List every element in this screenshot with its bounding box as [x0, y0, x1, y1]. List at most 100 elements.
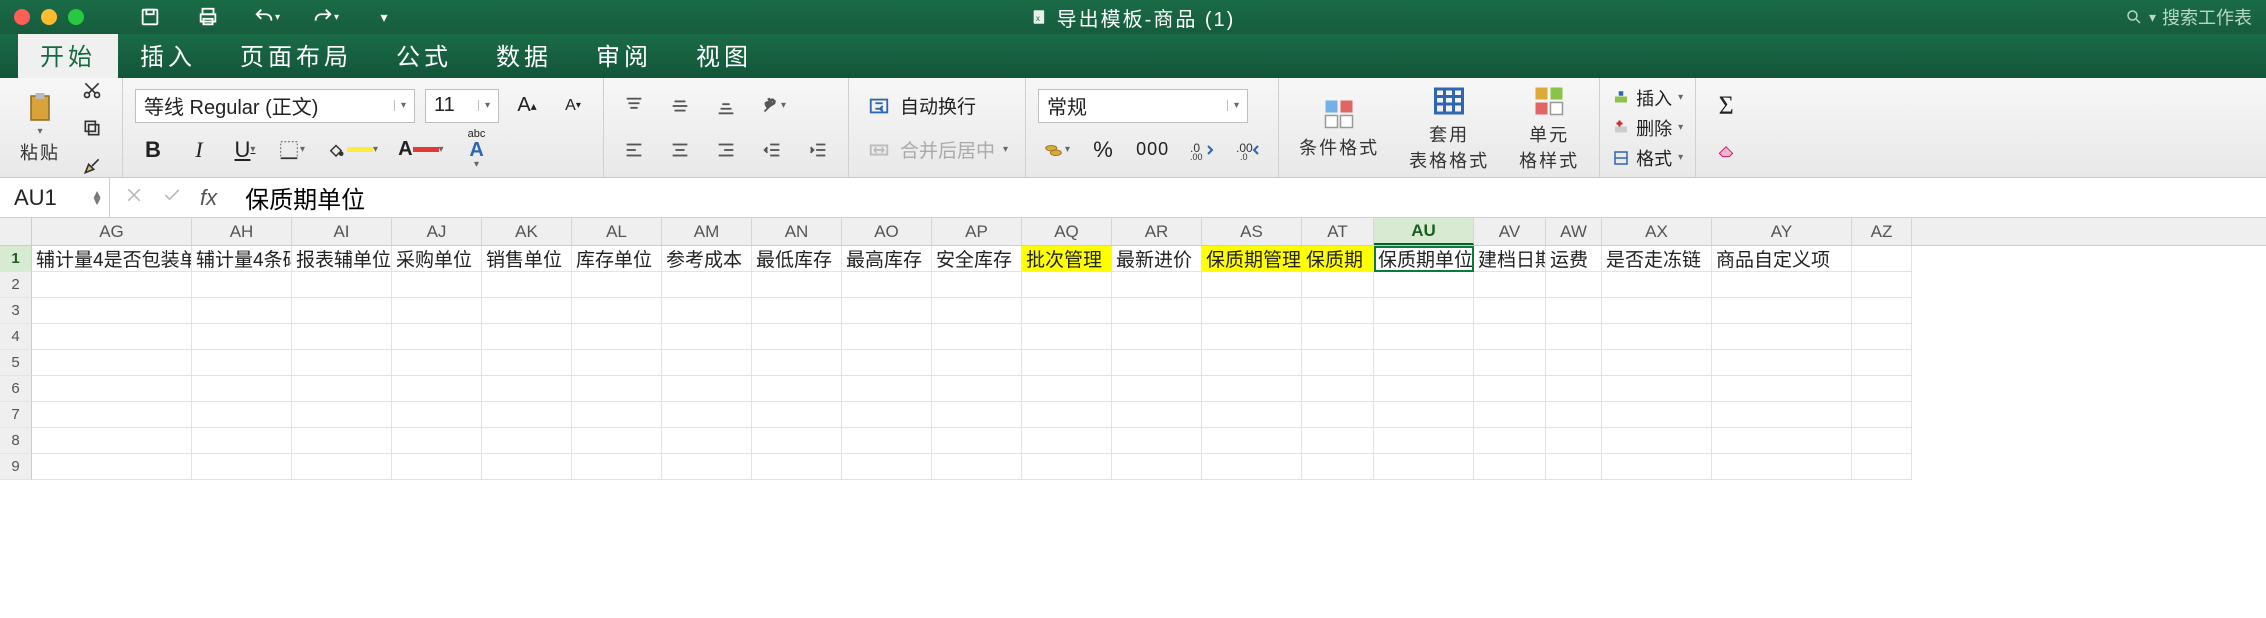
cell-AM4[interactable] [662, 324, 752, 350]
cell-AV4[interactable] [1474, 324, 1546, 350]
cell-AK3[interactable] [482, 298, 572, 324]
number-format-combo[interactable]: 常规▾ [1038, 89, 1248, 123]
cell-AI1[interactable]: 报表辅单位 [292, 246, 392, 272]
cell-AS8[interactable] [1202, 428, 1302, 454]
format-cells-button[interactable]: 格式▾ [1612, 145, 1683, 171]
zoom-window-button[interactable] [68, 9, 84, 25]
cell-AP4[interactable] [932, 324, 1022, 350]
cell-AS6[interactable] [1202, 376, 1302, 402]
cell-AQ8[interactable] [1022, 428, 1112, 454]
cell-AQ7[interactable] [1022, 402, 1112, 428]
font-color-button[interactable]: A▾ [393, 133, 448, 167]
increase-decimal-button[interactable]: .0.00 [1184, 133, 1220, 167]
col-header-AO[interactable]: AO [842, 218, 932, 245]
cell-AW5[interactable] [1546, 350, 1602, 376]
cell-AS3[interactable] [1202, 298, 1302, 324]
cell-AR1[interactable]: 最新进价 [1112, 246, 1202, 272]
fx-label[interactable]: fx [200, 185, 217, 211]
cell-AI6[interactable] [292, 376, 392, 402]
cell-AZ8[interactable] [1852, 428, 1912, 454]
cell-AJ4[interactable] [392, 324, 482, 350]
cell-AG8[interactable] [32, 428, 192, 454]
cell-AL7[interactable] [572, 402, 662, 428]
cell-AN4[interactable] [752, 324, 842, 350]
cell-AQ3[interactable] [1022, 298, 1112, 324]
cell-AI9[interactable] [292, 454, 392, 480]
cell-AX9[interactable] [1602, 454, 1712, 480]
search-sheet[interactable]: ▾ 搜索工作表 [2125, 4, 2252, 30]
cell-AV3[interactable] [1474, 298, 1546, 324]
cell-AJ9[interactable] [392, 454, 482, 480]
cell-AM7[interactable] [662, 402, 752, 428]
wrap-text-button[interactable]: 自动换行 [861, 89, 981, 123]
cell-AU2[interactable] [1374, 272, 1474, 298]
cell-AR6[interactable] [1112, 376, 1202, 402]
cell-AL2[interactable] [572, 272, 662, 298]
cell-AL4[interactable] [572, 324, 662, 350]
row-header[interactable]: 9 [0, 454, 32, 480]
cell-AV2[interactable] [1474, 272, 1546, 298]
col-header-AW[interactable]: AW [1546, 218, 1602, 245]
cell-AP7[interactable] [932, 402, 1022, 428]
cell-AH9[interactable] [192, 454, 292, 480]
col-header-AS[interactable]: AS [1202, 218, 1302, 245]
cell-AQ5[interactable] [1022, 350, 1112, 376]
cell-AP8[interactable] [932, 428, 1022, 454]
cell-AQ4[interactable] [1022, 324, 1112, 350]
clear-button[interactable] [1708, 133, 1744, 167]
cell-AI5[interactable] [292, 350, 392, 376]
row-header[interactable]: 3 [0, 298, 32, 324]
align-left-button[interactable] [616, 133, 652, 167]
tab-data[interactable]: 数据 [474, 29, 574, 78]
row-header[interactable]: 1 [0, 246, 32, 272]
cell-AT3[interactable] [1302, 298, 1374, 324]
cell-AO4[interactable] [842, 324, 932, 350]
cell-AZ5[interactable] [1852, 350, 1912, 376]
minimize-window-button[interactable] [41, 9, 57, 25]
cell-AL6[interactable] [572, 376, 662, 402]
cell-AI3[interactable] [292, 298, 392, 324]
cell-AK7[interactable] [482, 402, 572, 428]
orientation-button[interactable]: ab▾ [754, 89, 791, 123]
cell-AH2[interactable] [192, 272, 292, 298]
cell-AS1[interactable]: 保质期管理 [1202, 246, 1302, 272]
cell-AQ2[interactable] [1022, 272, 1112, 298]
cell-AT9[interactable] [1302, 454, 1374, 480]
cell-AV9[interactable] [1474, 454, 1546, 480]
cell-AV8[interactable] [1474, 428, 1546, 454]
cell-AT1[interactable]: 保质期 [1302, 246, 1374, 272]
cell-AS7[interactable] [1202, 402, 1302, 428]
cell-AT8[interactable] [1302, 428, 1374, 454]
cell-AO6[interactable] [842, 376, 932, 402]
row-header[interactable]: 6 [0, 376, 32, 402]
cell-AL3[interactable] [572, 298, 662, 324]
row-header[interactable]: 2 [0, 272, 32, 298]
cell-AG5[interactable] [32, 350, 192, 376]
cell-AM2[interactable] [662, 272, 752, 298]
cell-AU6[interactable] [1374, 376, 1474, 402]
font-size-combo[interactable]: 11▾ [425, 89, 499, 123]
cell-AN3[interactable] [752, 298, 842, 324]
cell-AM1[interactable]: 参考成本 [662, 246, 752, 272]
row-header[interactable]: 7 [0, 402, 32, 428]
format-as-table-button[interactable]: 套用 表格格式 [1401, 81, 1497, 175]
cell-AG4[interactable] [32, 324, 192, 350]
cell-AR2[interactable] [1112, 272, 1202, 298]
cell-AR9[interactable] [1112, 454, 1202, 480]
cell-AU3[interactable] [1374, 298, 1474, 324]
align-bottom-button[interactable] [708, 89, 744, 123]
cell-AQ9[interactable] [1022, 454, 1112, 480]
cell-AN2[interactable] [752, 272, 842, 298]
cell-AP2[interactable] [932, 272, 1022, 298]
cell-AW3[interactable] [1546, 298, 1602, 324]
cell-AT5[interactable] [1302, 350, 1374, 376]
cell-AK8[interactable] [482, 428, 572, 454]
cell-AG3[interactable] [32, 298, 192, 324]
cell-AP9[interactable] [932, 454, 1022, 480]
cell-AO5[interactable] [842, 350, 932, 376]
tab-view[interactable]: 视图 [674, 29, 774, 78]
col-header-AI[interactable]: AI [292, 218, 392, 245]
close-window-button[interactable] [14, 9, 30, 25]
col-header-AQ[interactable]: AQ [1022, 218, 1112, 245]
cell-AX3[interactable] [1602, 298, 1712, 324]
